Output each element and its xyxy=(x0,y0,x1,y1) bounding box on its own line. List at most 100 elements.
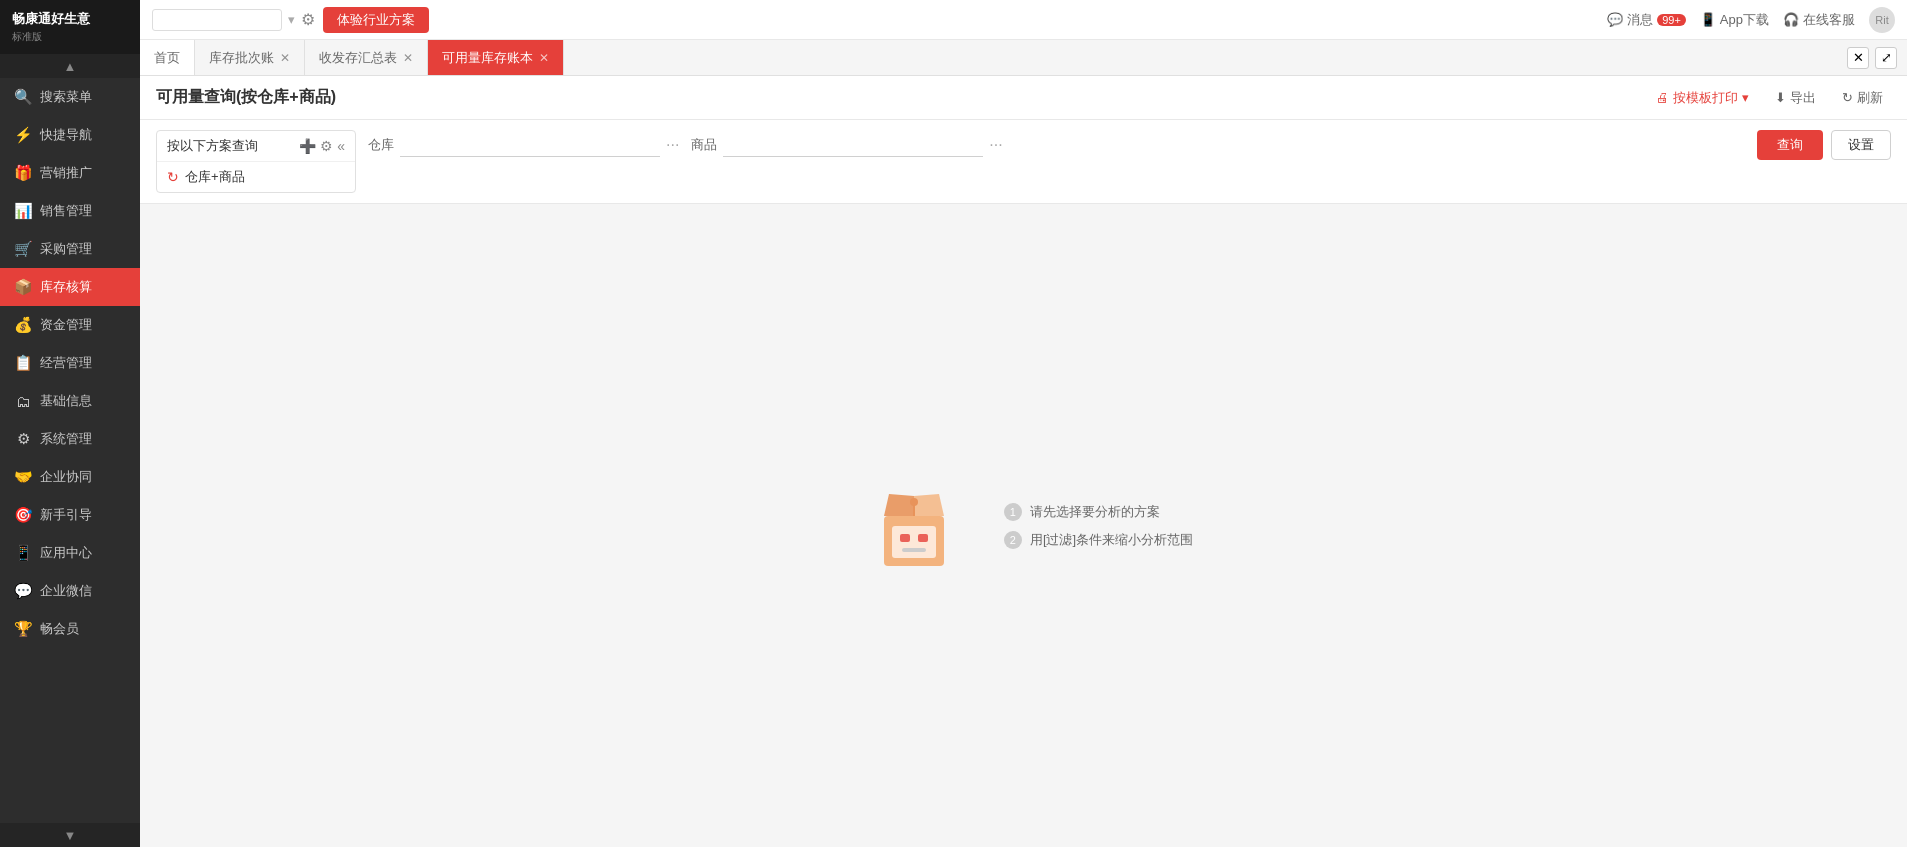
page-header: 可用量查询(按仓库+商品) 🖨 按模板打印 ▾ ⬇ 导出 ↻ 刷新 xyxy=(140,76,1907,120)
sidebar-item-apps[interactable]: 📱 应用中心 xyxy=(0,534,140,572)
export-icon: ⬇ xyxy=(1775,90,1786,105)
svg-marker-2 xyxy=(914,494,944,516)
sidebar-item-sales[interactable]: 📊 销售管理 xyxy=(0,192,140,230)
dropdown-arrow-icon[interactable]: ▾ xyxy=(288,12,295,27)
sidebar-item-search[interactable]: 🔍 搜索菜单 xyxy=(0,78,140,116)
finance-icon: 💰 xyxy=(14,316,32,334)
collapse-scheme-button[interactable]: « xyxy=(337,138,345,154)
sidebar-item-finance[interactable]: 💰 资金管理 xyxy=(0,306,140,344)
sidebar-item-system[interactable]: ⚙ 系统管理 xyxy=(0,420,140,458)
industry-solution-button[interactable]: 体验行业方案 xyxy=(323,7,429,33)
enterprise-icon: 🤝 xyxy=(14,468,32,486)
tip-item-1: 1 请先选择要分析的方案 xyxy=(1004,503,1193,521)
messages-badge: 99+ xyxy=(1657,14,1686,26)
filter-scheme-title: 按以下方案查询 xyxy=(167,137,258,155)
sidebar-scroll-down[interactable]: ▼ xyxy=(0,823,140,847)
query-button[interactable]: 查询 xyxy=(1757,130,1823,160)
tab-available-ledger-close[interactable]: ✕ xyxy=(539,51,549,65)
user-avatar[interactable]: Rit xyxy=(1869,7,1895,33)
purchase-icon: 🛒 xyxy=(14,240,32,258)
tabs-end: ✕ ⤢ xyxy=(1837,40,1907,75)
phone-icon: 📱 xyxy=(1700,12,1716,27)
inventory-icon: 📦 xyxy=(14,278,32,296)
sidebar-item-operations[interactable]: 📋 经营管理 xyxy=(0,344,140,382)
sidebar-item-basic[interactable]: 🗂 基础信息 xyxy=(0,382,140,420)
filter-scheme-panel: 按以下方案查询 ➕ ⚙ « ↻ 仓库+商品 xyxy=(156,130,356,193)
tip-num-1: 1 xyxy=(1004,503,1022,521)
content-area: 1 请先选择要分析的方案 2 用[过滤]条件来缩小分析范围 xyxy=(140,204,1907,847)
template-print-button[interactable]: 🖨 按模板打印 ▾ xyxy=(1648,85,1757,111)
filter-area: 按以下方案查询 ➕ ⚙ « ↻ 仓库+商品 仓库 xyxy=(140,120,1907,204)
page-title: 可用量查询(按仓库+商品) xyxy=(156,87,1648,108)
tab-expand-btn[interactable]: ⤢ xyxy=(1875,47,1897,69)
page-actions: 🖨 按模板打印 ▾ ⬇ 导出 ↻ 刷新 xyxy=(1648,85,1891,111)
tab-batch-ledger-close[interactable]: ✕ xyxy=(280,51,290,65)
warehouse-label: 仓库 xyxy=(368,136,394,154)
scheme-item-warehouse-goods[interactable]: ↻ 仓库+商品 xyxy=(157,162,355,192)
printer-icon: 🖨 xyxy=(1656,90,1669,105)
wechat-icon: 💬 xyxy=(14,582,32,600)
tabs-bar: 首页 库存批次账 ✕ 收发存汇总表 ✕ 可用量库存账本 ✕ ✕ ⤢ xyxy=(140,40,1907,76)
gear-icon[interactable]: ⚙ xyxy=(301,10,315,29)
messages-button[interactable]: 💬 消息 99+ xyxy=(1607,11,1686,29)
refresh-button[interactable]: ↻ 刷新 xyxy=(1834,85,1891,111)
apps-icon: 📱 xyxy=(14,544,32,562)
warehouse-field: 仓库 ··· xyxy=(368,133,679,157)
topbar-right: 💬 消息 99+ 📱 App下载 🎧 在线客服 Rit xyxy=(1607,7,1895,33)
warehouse-more-button[interactable]: ··· xyxy=(666,136,679,154)
sidebar-item-wechat[interactable]: 💬 企业微信 xyxy=(0,572,140,610)
edit-scheme-button[interactable]: ⚙ xyxy=(320,138,333,154)
svg-point-8 xyxy=(910,498,918,506)
message-icon: 💬 xyxy=(1607,12,1623,27)
sales-icon: 📊 xyxy=(14,202,32,220)
sidebar-item-newbie[interactable]: 🎯 新手引导 xyxy=(0,496,140,534)
goods-input[interactable] xyxy=(723,133,983,157)
sidebar-item-enterprise[interactable]: 🤝 企业协同 xyxy=(0,458,140,496)
sidebar-item-purchase[interactable]: 🛒 采购管理 xyxy=(0,230,140,268)
tab-receive-summary-close[interactable]: ✕ xyxy=(403,51,413,65)
filter-scheme-header: 按以下方案查询 ➕ ⚙ « xyxy=(157,131,355,162)
filter-row-1: 仓库 ··· 商品 ··· 查询 设置 xyxy=(368,130,1891,160)
svg-marker-1 xyxy=(884,494,914,516)
tab-home[interactable]: 首页 xyxy=(140,40,195,75)
empty-state-inner: 1 请先选择要分析的方案 2 用[过滤]条件来缩小分析范围 xyxy=(854,466,1193,586)
sidebar-item-inventory[interactable]: 📦 库存核算 xyxy=(0,268,140,306)
headset-icon: 🎧 xyxy=(1783,12,1799,27)
svg-rect-4 xyxy=(900,534,910,542)
add-scheme-button[interactable]: ➕ xyxy=(299,138,316,154)
tip-item-2: 2 用[过滤]条件来缩小分析范围 xyxy=(1004,531,1193,549)
template-print-dropdown-icon[interactable]: ▾ xyxy=(1742,90,1749,105)
goods-more-button[interactable]: ··· xyxy=(989,136,1002,154)
member-icon: 🏆 xyxy=(14,620,32,638)
app-download-button[interactable]: 📱 App下载 xyxy=(1700,11,1769,29)
sidebar: 畅康通好生意 标准版 ▲ 🔍 搜索菜单 ⚡ 快捷导航 🎁 营销推广 📊 销售管理 xyxy=(0,0,140,847)
tab-close-btn[interactable]: ✕ xyxy=(1847,47,1869,69)
tab-batch-ledger[interactable]: 库存批次账 ✕ xyxy=(195,40,305,75)
app-version: 标准版 xyxy=(12,30,128,44)
warehouse-input[interactable] xyxy=(400,133,660,157)
tip-num-2: 2 xyxy=(1004,531,1022,549)
sidebar-item-member[interactable]: 🏆 畅会员 xyxy=(0,610,140,648)
sidebar-header: 畅康通好生意 标准版 xyxy=(0,0,140,54)
sidebar-scroll-up[interactable]: ▲ xyxy=(0,54,140,78)
filter-actions: 查询 设置 xyxy=(1757,130,1891,160)
tab-available-ledger[interactable]: 可用量库存账本 ✕ xyxy=(428,40,564,75)
system-icon: ⚙ xyxy=(14,430,32,448)
shortcuts-icon: ⚡ xyxy=(14,126,32,144)
app-logo: 畅康通好生意 xyxy=(12,10,128,28)
online-service-button[interactable]: 🎧 在线客服 xyxy=(1783,11,1855,29)
sidebar-item-marketing[interactable]: 🎁 营销推广 xyxy=(0,154,140,192)
topbar-breadcrumb: ▾ ⚙ xyxy=(152,9,315,31)
basic-icon: 🗂 xyxy=(14,393,32,410)
settings-button[interactable]: 设置 xyxy=(1831,130,1891,160)
svg-rect-6 xyxy=(902,548,926,552)
export-button[interactable]: ⬇ 导出 xyxy=(1767,85,1824,111)
search-icon: 🔍 xyxy=(14,88,32,106)
marketing-icon: 🎁 xyxy=(14,164,32,182)
goods-label: 商品 xyxy=(691,136,717,154)
svg-rect-3 xyxy=(892,526,936,558)
topbar-search-input[interactable] xyxy=(152,9,282,31)
tab-receive-summary[interactable]: 收发存汇总表 ✕ xyxy=(305,40,428,75)
sidebar-item-shortcuts[interactable]: ⚡ 快捷导航 xyxy=(0,116,140,154)
app-container: 畅康通好生意 标准版 ▲ 🔍 搜索菜单 ⚡ 快捷导航 🎁 营销推广 📊 销售管理 xyxy=(0,0,1907,847)
